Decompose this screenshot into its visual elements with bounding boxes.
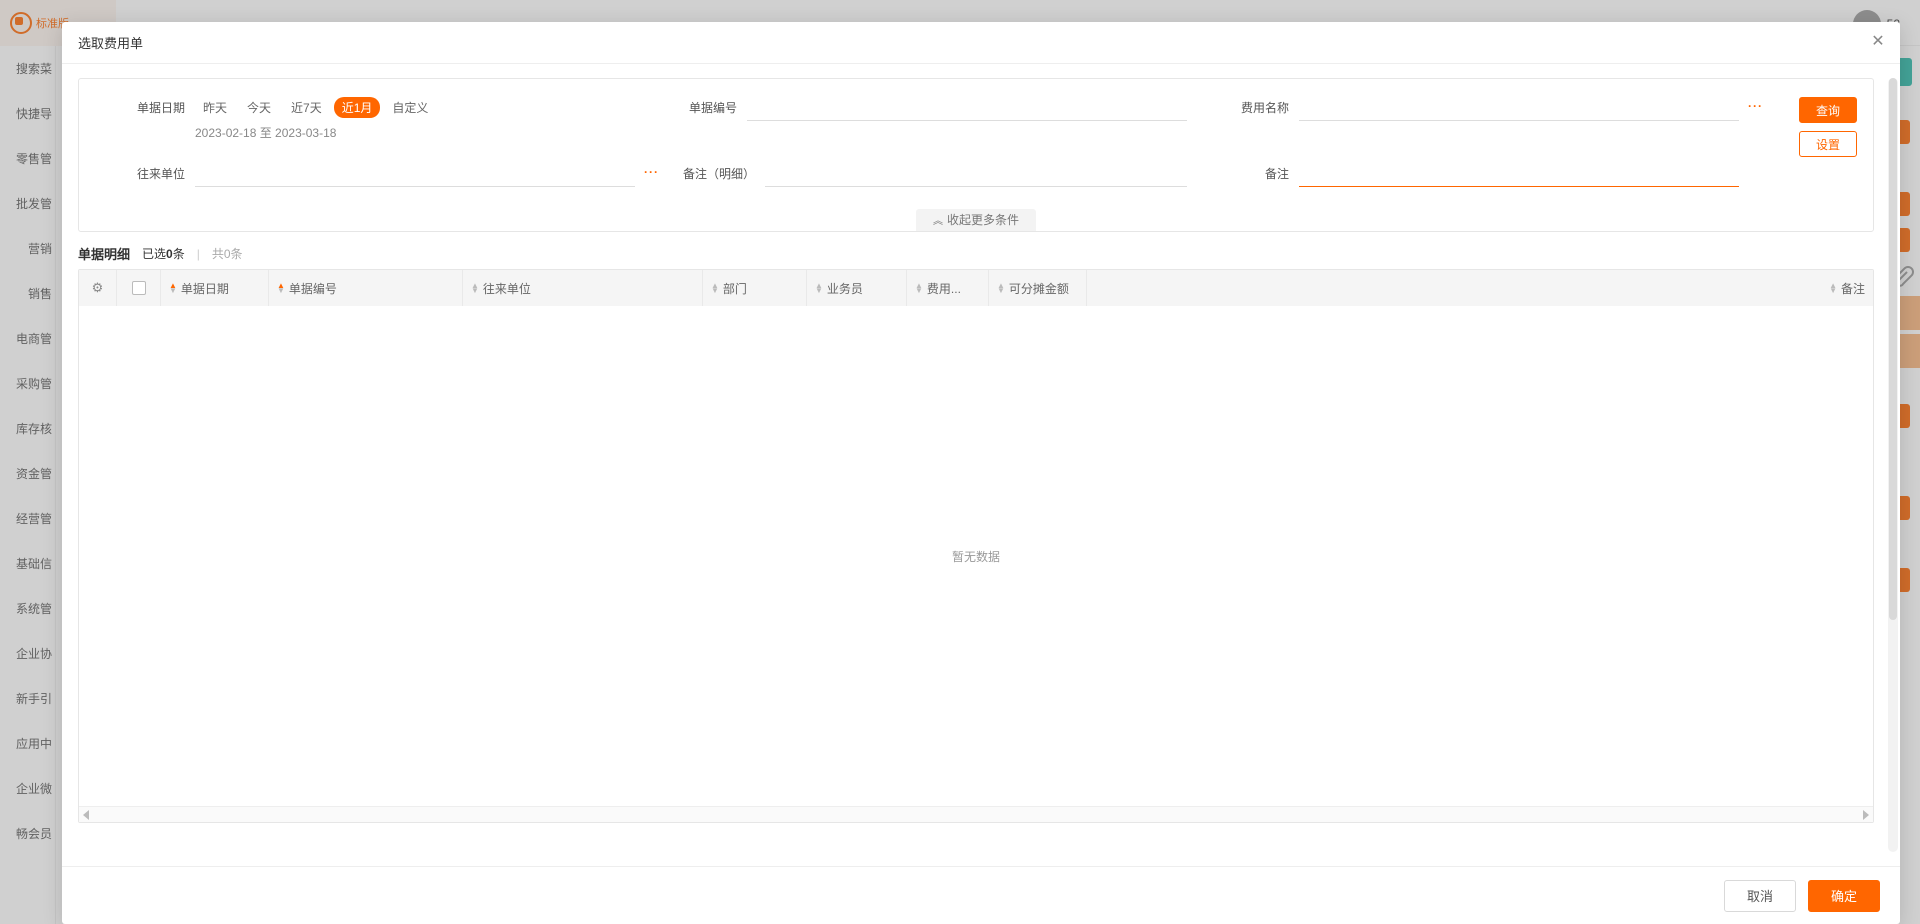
vertical-scrollbar[interactable] <box>1888 78 1898 852</box>
table-empty: 暂无数据 <box>79 306 1873 806</box>
date-chip-last7[interactable]: 近7天 <box>283 97 330 118</box>
column-label: 单据日期 <box>181 280 229 297</box>
empty-text: 暂无数据 <box>952 548 1000 565</box>
filter-label: 备注（明细） <box>675 163 765 185</box>
divider: | <box>197 247 200 261</box>
details-title: 单据明细 <box>78 244 130 263</box>
filter-label: 费用名称 <box>1227 97 1299 119</box>
column-label: 往来单位 <box>483 280 531 297</box>
horizontal-scrollbar[interactable] <box>79 806 1873 822</box>
remark-detail-input[interactable] <box>765 163 1187 187</box>
modal-title: 选取费用单 <box>78 33 143 52</box>
collapse-label: 收起更多条件 <box>947 213 1019 227</box>
column-label: 备注 <box>1841 280 1865 297</box>
partner-input[interactable] <box>195 163 635 187</box>
collapse-filters-button[interactable]: ︽ 收起更多条件 <box>916 209 1036 231</box>
modal-header: 选取费用单 ✕ <box>62 22 1900 64</box>
select-expense-modal: 选取费用单 ✕ 查询 设置 单据日期 昨天 今天 近7天 近1月 <box>62 22 1900 924</box>
table-header: ▲▼ 单据日期 ▲▼ 单据编号 ▲▼ 往来单位 ▲▼ 部门 ▲▼ 业务员 <box>79 270 1873 306</box>
sort-icon[interactable]: ▲▼ <box>915 283 923 293</box>
details-selected-count: 已选0条 <box>142 245 185 262</box>
expense-name-picker-icon[interactable]: ··· <box>1748 99 1763 113</box>
sort-icon[interactable]: ▲▼ <box>815 283 823 293</box>
remark-input[interactable] <box>1299 163 1739 187</box>
filter-label: 往来单位 <box>123 163 195 185</box>
sort-icon[interactable]: ▲▼ <box>997 283 1005 293</box>
column-checkbox-all <box>117 270 161 306</box>
filter-remark-detail: 备注（明细） <box>675 163 1227 187</box>
sort-icon[interactable]: ▲▼ <box>169 283 177 293</box>
column-label: 费用... <box>927 280 961 297</box>
cancel-button[interactable]: 取消 <box>1724 880 1796 912</box>
filter-label: 单据日期 <box>123 97 195 119</box>
ok-button[interactable]: 确定 <box>1808 880 1880 912</box>
sort-icon[interactable]: ▲▼ <box>1829 283 1837 293</box>
column-label: 部门 <box>723 280 747 297</box>
modal-body: 查询 设置 单据日期 昨天 今天 近7天 近1月 自定义 2023-02-18 … <box>62 64 1900 866</box>
details-bar: 单据明细 已选0条 | 共0条 <box>78 244 1874 263</box>
date-quick-picker: 昨天 今天 近7天 近1月 自定义 2023-02-18 至 2023-03-1… <box>195 97 635 141</box>
filter-panel: 查询 设置 单据日期 昨天 今天 近7天 近1月 自定义 2023-02-18 … <box>78 78 1874 232</box>
filter-date: 单据日期 昨天 今天 近7天 近1月 自定义 2023-02-18 至 2023… <box>123 97 675 141</box>
sort-icon[interactable]: ▲▼ <box>277 283 285 293</box>
sort-icon[interactable]: ▲▼ <box>471 283 479 293</box>
details-total-count: 共0条 <box>212 245 243 262</box>
column-header-allocatable[interactable]: ▲▼ 可分摊金额 <box>989 270 1087 306</box>
sort-icon[interactable]: ▲▼ <box>711 283 719 293</box>
filter-remark: 备注 <box>1227 163 1829 187</box>
column-label: 业务员 <box>827 280 863 297</box>
gear-icon <box>92 280 104 296</box>
column-header-remark[interactable]: ▲▼ 备注 <box>1087 270 1873 306</box>
date-chip-yesterday[interactable]: 昨天 <box>195 97 235 118</box>
modal-footer: 取消 确定 <box>62 866 1900 924</box>
date-chip-custom[interactable]: 自定义 <box>384 97 436 118</box>
column-header-agent[interactable]: ▲▼ 业务员 <box>807 270 907 306</box>
column-settings-button[interactable] <box>79 270 117 306</box>
column-header-docno[interactable]: ▲▼ 单据编号 <box>269 270 463 306</box>
column-label: 可分摊金额 <box>1009 280 1069 297</box>
close-icon[interactable]: ✕ <box>1868 32 1888 52</box>
column-header-date[interactable]: ▲▼ 单据日期 <box>161 270 269 306</box>
vertical-scrollbar-thumb[interactable] <box>1889 78 1897 620</box>
expense-name-input[interactable] <box>1299 97 1739 121</box>
column-label: 单据编号 <box>289 280 337 297</box>
filter-expense-name: 费用名称 ··· <box>1227 97 1829 141</box>
checkbox-all[interactable] <box>132 281 146 295</box>
date-range-text: 2023-02-18 至 2023-03-18 <box>195 124 635 141</box>
filter-partner: 往来单位 ··· <box>123 163 675 187</box>
filter-label: 备注 <box>1227 163 1299 185</box>
filter-label: 单据编号 <box>675 97 747 119</box>
column-header-expense[interactable]: ▲▼ 费用... <box>907 270 989 306</box>
partner-picker-icon[interactable]: ··· <box>644 165 659 179</box>
column-header-partner[interactable]: ▲▼ 往来单位 <box>463 270 703 306</box>
date-chip-today[interactable]: 今天 <box>239 97 279 118</box>
results-table: ▲▼ 单据日期 ▲▼ 单据编号 ▲▼ 往来单位 ▲▼ 部门 ▲▼ 业务员 <box>78 269 1874 823</box>
filter-docno: 单据编号 <box>675 97 1227 141</box>
chevron-up-icon: ︽ <box>933 216 943 227</box>
docno-input[interactable] <box>747 97 1187 121</box>
column-header-dept[interactable]: ▲▼ 部门 <box>703 270 807 306</box>
date-chip-last1m[interactable]: 近1月 <box>334 97 381 118</box>
